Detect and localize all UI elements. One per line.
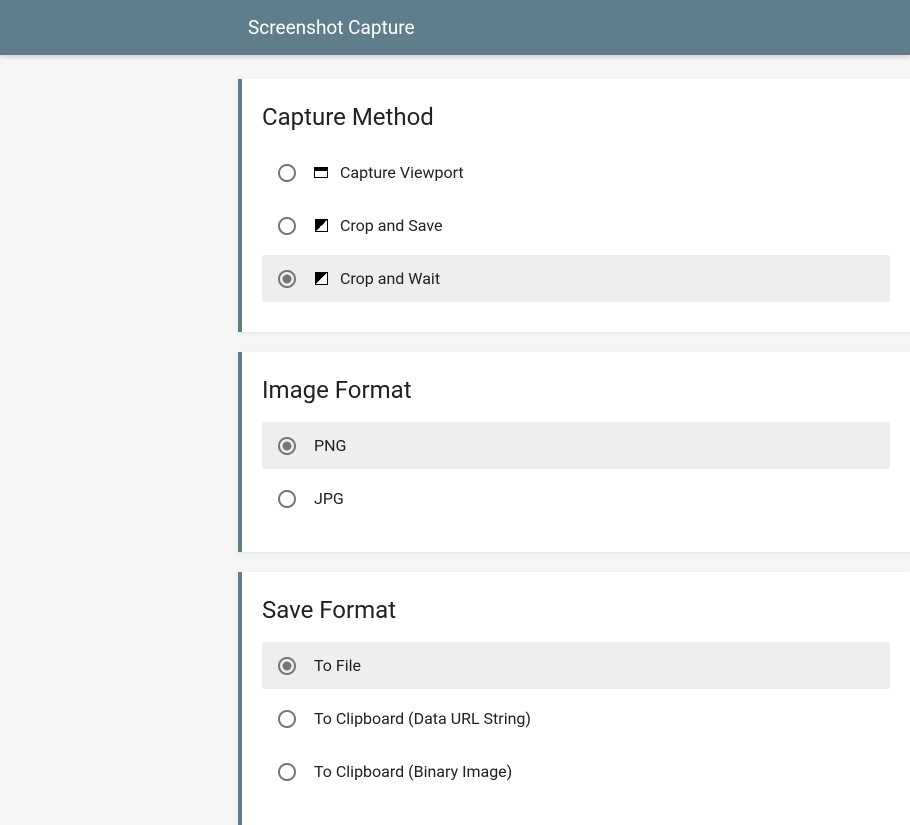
app-title: Screenshot Capture <box>248 16 415 39</box>
radio-icon <box>278 710 296 728</box>
option-label: To Clipboard (Binary Image) <box>314 762 512 781</box>
radio-icon <box>278 437 296 455</box>
section-capture-method: Capture Method Capture Viewport Crop and… <box>238 79 910 332</box>
option-png[interactable]: PNG <box>262 422 890 469</box>
option-to-clipboard-binary[interactable]: To Clipboard (Binary Image) <box>262 748 890 795</box>
option-label: Capture Viewport <box>340 163 464 182</box>
radio-icon <box>278 270 296 288</box>
radio-icon <box>278 657 296 675</box>
option-label: PNG <box>314 436 346 455</box>
app-header: Screenshot Capture <box>0 0 910 55</box>
option-capture-viewport[interactable]: Capture Viewport <box>262 149 890 196</box>
crop-icon <box>314 219 328 233</box>
option-jpg[interactable]: JPG <box>262 475 890 522</box>
option-label: Crop and Save <box>340 216 443 235</box>
option-label: To Clipboard (Data URL String) <box>314 709 531 728</box>
viewport-icon <box>314 166 328 180</box>
option-crop-and-wait[interactable]: Crop and Wait <box>262 255 890 302</box>
section-title-capture-method: Capture Method <box>262 103 910 131</box>
option-to-clipboard-url[interactable]: To Clipboard (Data URL String) <box>262 695 890 742</box>
radio-icon <box>278 490 296 508</box>
option-label: JPG <box>314 489 344 508</box>
section-save-format: Save Format To File To Clipboard (Data U… <box>238 572 910 825</box>
option-label: Crop and Wait <box>340 269 440 288</box>
radio-icon <box>278 217 296 235</box>
option-label: To File <box>314 656 361 675</box>
settings-content: Capture Method Capture Viewport Crop and… <box>0 55 910 825</box>
section-image-format: Image Format PNG JPG <box>238 352 910 552</box>
section-title-save-format: Save Format <box>262 596 910 624</box>
option-crop-and-save[interactable]: Crop and Save <box>262 202 890 249</box>
radio-icon <box>278 164 296 182</box>
section-title-image-format: Image Format <box>262 376 910 404</box>
radio-icon <box>278 763 296 781</box>
option-to-file[interactable]: To File <box>262 642 890 689</box>
crop-icon <box>314 272 328 286</box>
